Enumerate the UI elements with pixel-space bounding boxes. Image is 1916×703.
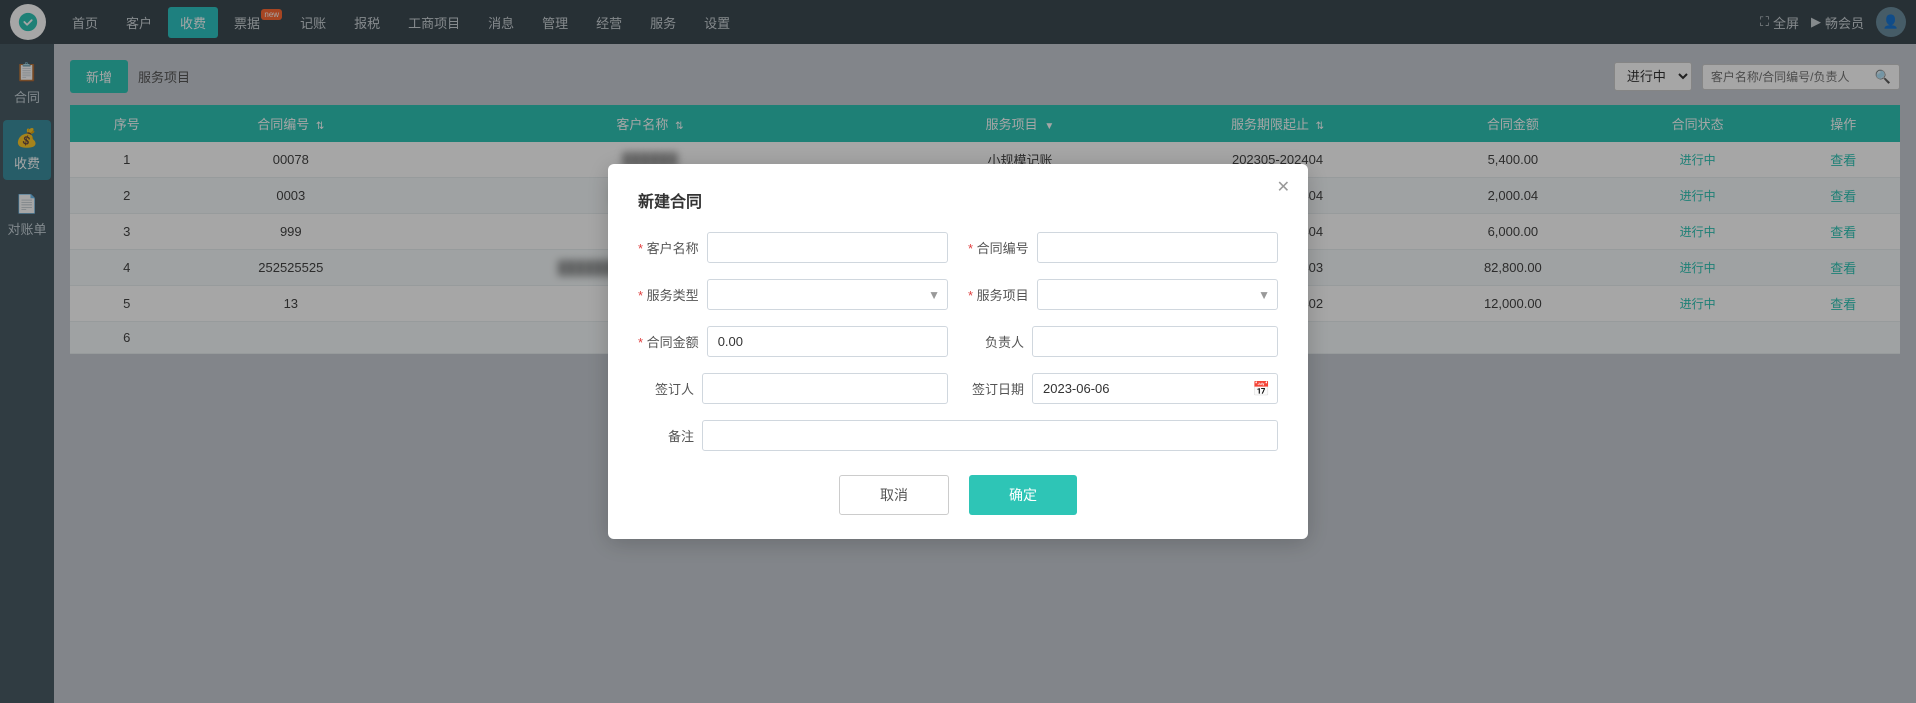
new-contract-dialog: 新建合同 ✕ 客户名称 合同编号 服务类型 ▼ <box>608 164 1308 539</box>
amount-label: 合同金额 <box>638 332 699 351</box>
service-type-label: 服务类型 <box>638 285 699 304</box>
cancel-button[interactable]: 取消 <box>839 475 949 515</box>
sign-date-wrap: 📅 <box>1032 373 1278 404</box>
field-remark: 备注 <box>638 420 1278 451</box>
form-row-1: 客户名称 合同编号 <box>638 232 1278 263</box>
remark-label: 备注 <box>638 426 694 445</box>
field-service-item: 服务项目 ▼ <box>968 279 1278 310</box>
responsible-input[interactable] <box>1032 326 1278 357</box>
service-type-select[interactable] <box>707 279 948 310</box>
remark-input[interactable] <box>702 420 1278 451</box>
service-item-select[interactable] <box>1037 279 1278 310</box>
field-signer: 签订人 <box>638 373 948 404</box>
field-responsible: 负责人 <box>968 326 1278 357</box>
service-type-select-wrap: ▼ <box>707 279 948 310</box>
responsible-label: 负责人 <box>968 332 1024 351</box>
dialog-footer: 取消 确定 <box>638 475 1278 515</box>
form-row-5: 备注 <box>638 420 1278 451</box>
customer-name-input[interactable] <box>707 232 948 263</box>
contract-no-label: 合同编号 <box>968 238 1029 257</box>
amount-input[interactable] <box>707 326 948 357</box>
dialog-title: 新建合同 <box>638 188 1278 212</box>
contract-no-input[interactable] <box>1037 232 1278 263</box>
field-contract-no: 合同编号 <box>968 232 1278 263</box>
close-icon[interactable]: ✕ <box>1277 180 1290 196</box>
dialog-overlay[interactable]: 新建合同 ✕ 客户名称 合同编号 服务类型 ▼ <box>0 0 1916 703</box>
signer-input[interactable] <box>702 373 948 404</box>
customer-name-label: 客户名称 <box>638 238 699 257</box>
service-item-select-wrap: ▼ <box>1037 279 1278 310</box>
form-row-3: 合同金额 负责人 <box>638 326 1278 357</box>
form-row-4: 签订人 签订日期 📅 <box>638 373 1278 404</box>
sign-date-label: 签订日期 <box>968 379 1024 398</box>
form-row-2: 服务类型 ▼ 服务项目 ▼ <box>638 279 1278 310</box>
field-sign-date: 签订日期 📅 <box>968 373 1278 404</box>
confirm-button[interactable]: 确定 <box>969 475 1077 515</box>
service-item-label: 服务项目 <box>968 285 1029 304</box>
signer-label: 签订人 <box>638 379 694 398</box>
sign-date-input[interactable] <box>1032 373 1278 404</box>
field-amount: 合同金额 <box>638 326 948 357</box>
field-service-type: 服务类型 ▼ <box>638 279 948 310</box>
field-customer-name: 客户名称 <box>638 232 948 263</box>
